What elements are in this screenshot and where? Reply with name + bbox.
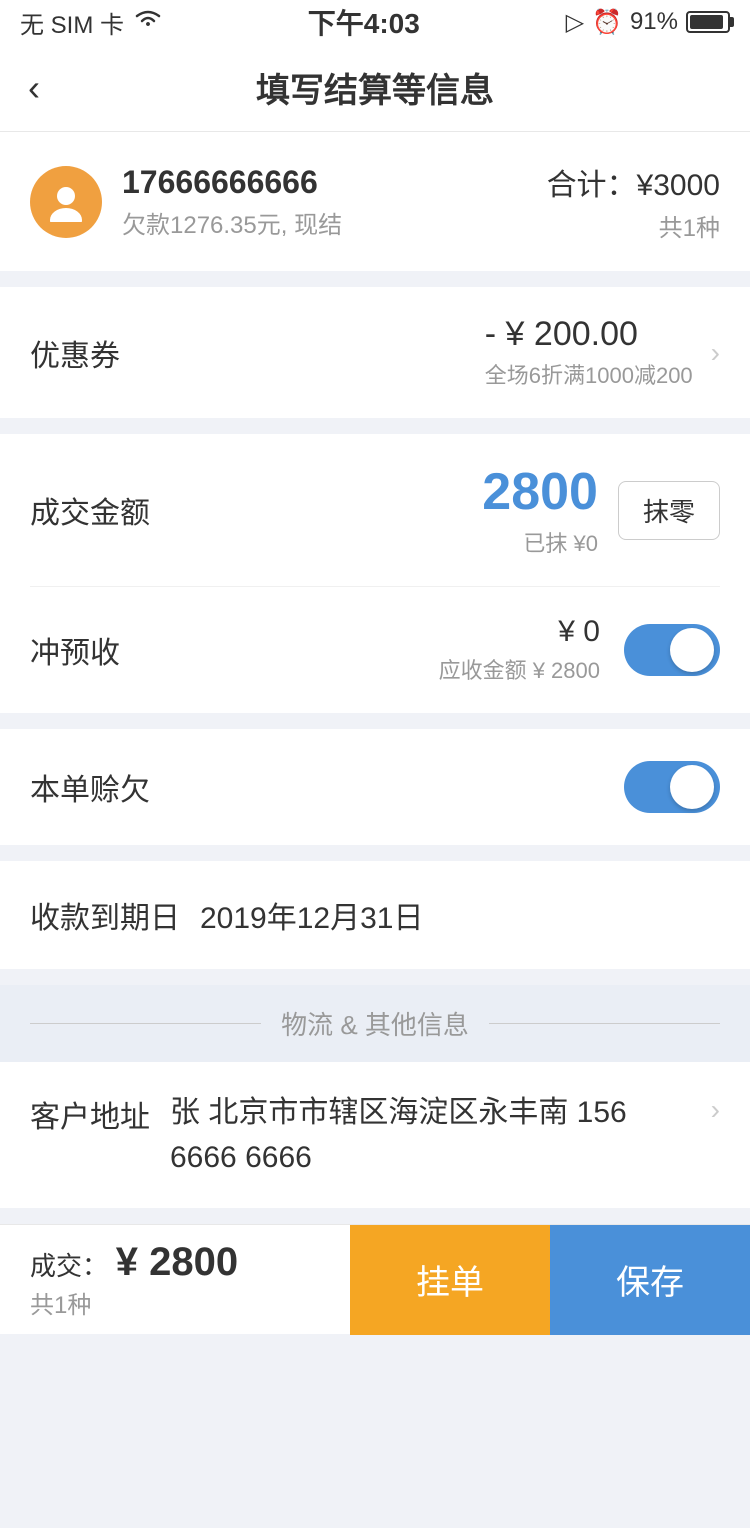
- user-right: 合计：¥3000 共1种: [547, 160, 720, 243]
- sim-label: 无 SIM 卡: [20, 5, 124, 40]
- status-bar: 无 SIM 卡 下午4:03 ▷ ⏰ 91%: [0, 0, 750, 44]
- status-right: ▷ ⏰ 91%: [566, 8, 730, 37]
- prepay-toggle[interactable]: [624, 624, 720, 676]
- save-button[interactable]: 保存: [550, 1225, 750, 1335]
- user-left: 17666666666 欠款1276.35元, 现结: [30, 164, 342, 240]
- deal-amount-right: 2800 已抹 ¥0 抹零: [482, 462, 720, 558]
- debt-toggle[interactable]: [624, 761, 720, 813]
- status-time: 下午4:03: [308, 2, 420, 42]
- debt-toggle-knob: [670, 765, 714, 809]
- user-phone: 17666666666: [122, 164, 342, 201]
- bottom-summary-prefix: 成交：: [30, 1251, 108, 1281]
- bottom-summary-count: 共1种: [30, 1285, 320, 1320]
- bottom-bar: 成交： ¥ 2800 共1种 挂单 保存: [0, 1224, 750, 1334]
- total-amount: 合计：¥3000: [547, 160, 720, 204]
- user-info: 17666666666 欠款1276.35元, 现结: [122, 164, 342, 240]
- status-left: 无 SIM 卡: [20, 5, 162, 40]
- deal-amount-number: 2800: [482, 462, 598, 522]
- deal-amount-row: 成交金额 2800 已抹 ¥0 抹零: [30, 434, 720, 587]
- address-chevron-icon: ›: [711, 1090, 720, 1126]
- deal-amount-section: 成交金额 2800 已抹 ¥0 抹零 冲预收 ¥ 0 应收金额 ¥ 2800: [0, 434, 750, 713]
- due-date-label: 收款到期日: [30, 893, 180, 937]
- due-date-section: 收款到期日 2019年12月31日: [0, 861, 750, 969]
- coupon-label: 优惠券: [30, 331, 120, 375]
- prepay-amount: ¥ 0: [439, 615, 600, 649]
- bottom-summary: 成交： ¥ 2800 共1种: [0, 1240, 350, 1320]
- user-debt: 欠款1276.35元, 现结: [122, 205, 342, 240]
- back-button[interactable]: ‹: [28, 67, 40, 109]
- deal-amount-sub: 已抹 ¥0: [482, 526, 598, 558]
- prepay-row: 冲预收 ¥ 0 应收金额 ¥ 2800: [30, 587, 720, 713]
- clock-icon: ⏰: [592, 8, 622, 37]
- wifi-icon: [134, 8, 162, 37]
- total-count: 共1种: [547, 208, 720, 243]
- address-section[interactable]: 客户地址 张 北京市市辖区海淀区永丰南 156 6666 6666 ›: [0, 1062, 750, 1208]
- divider-section: 物流 & 其他信息: [0, 985, 750, 1062]
- prepay-sub: 应收金额 ¥ 2800: [439, 653, 600, 685]
- address-label: 客户地址: [30, 1090, 150, 1136]
- nav-bar: ‹ 填写结算等信息: [0, 44, 750, 132]
- due-date-value: 2019年12月31日: [200, 893, 423, 937]
- coupon-chevron-icon: ›: [711, 337, 720, 369]
- address-row: 客户地址 张 北京市市辖区海淀区永丰南 156 6666 6666 ›: [30, 1062, 720, 1208]
- due-date-row: 收款到期日 2019年12月31日: [30, 861, 720, 969]
- hang-button[interactable]: 挂单: [350, 1225, 550, 1335]
- debt-label: 本单赊欠: [30, 765, 150, 809]
- prepay-label: 冲预收: [30, 628, 120, 672]
- toggle-knob: [670, 628, 714, 672]
- deal-amount-label: 成交金额: [30, 488, 150, 532]
- address-text: 张 北京市市辖区海淀区永丰南 156 6666 6666: [170, 1090, 691, 1180]
- avatar: [30, 166, 102, 238]
- bottom-summary-label: 成交： ¥ 2800: [30, 1240, 320, 1285]
- debt-section: 本单赊欠: [0, 729, 750, 845]
- user-card: 17666666666 欠款1276.35元, 现结 合计：¥3000 共1种: [0, 132, 750, 271]
- coupon-discount: - ¥ 200.00: [485, 315, 693, 354]
- divider-line-left: [30, 1023, 261, 1024]
- page-title: 填写结算等信息: [256, 63, 494, 112]
- round-button[interactable]: 抹零: [618, 481, 720, 540]
- debt-row: 本单赊欠: [30, 729, 720, 845]
- coupon-row[interactable]: 优惠券 - ¥ 200.00 全场6折满1000减200 ›: [0, 287, 750, 418]
- bottom-summary-amount: ¥ 2800: [116, 1240, 238, 1284]
- divider-text: 物流 & 其他信息: [281, 1005, 469, 1042]
- coupon-desc: 全场6折满1000减200: [485, 358, 693, 390]
- divider-line-right: [489, 1023, 720, 1024]
- battery-pct: 91%: [630, 8, 678, 36]
- battery-icon: [686, 11, 730, 33]
- location-icon: ▷: [566, 8, 584, 37]
